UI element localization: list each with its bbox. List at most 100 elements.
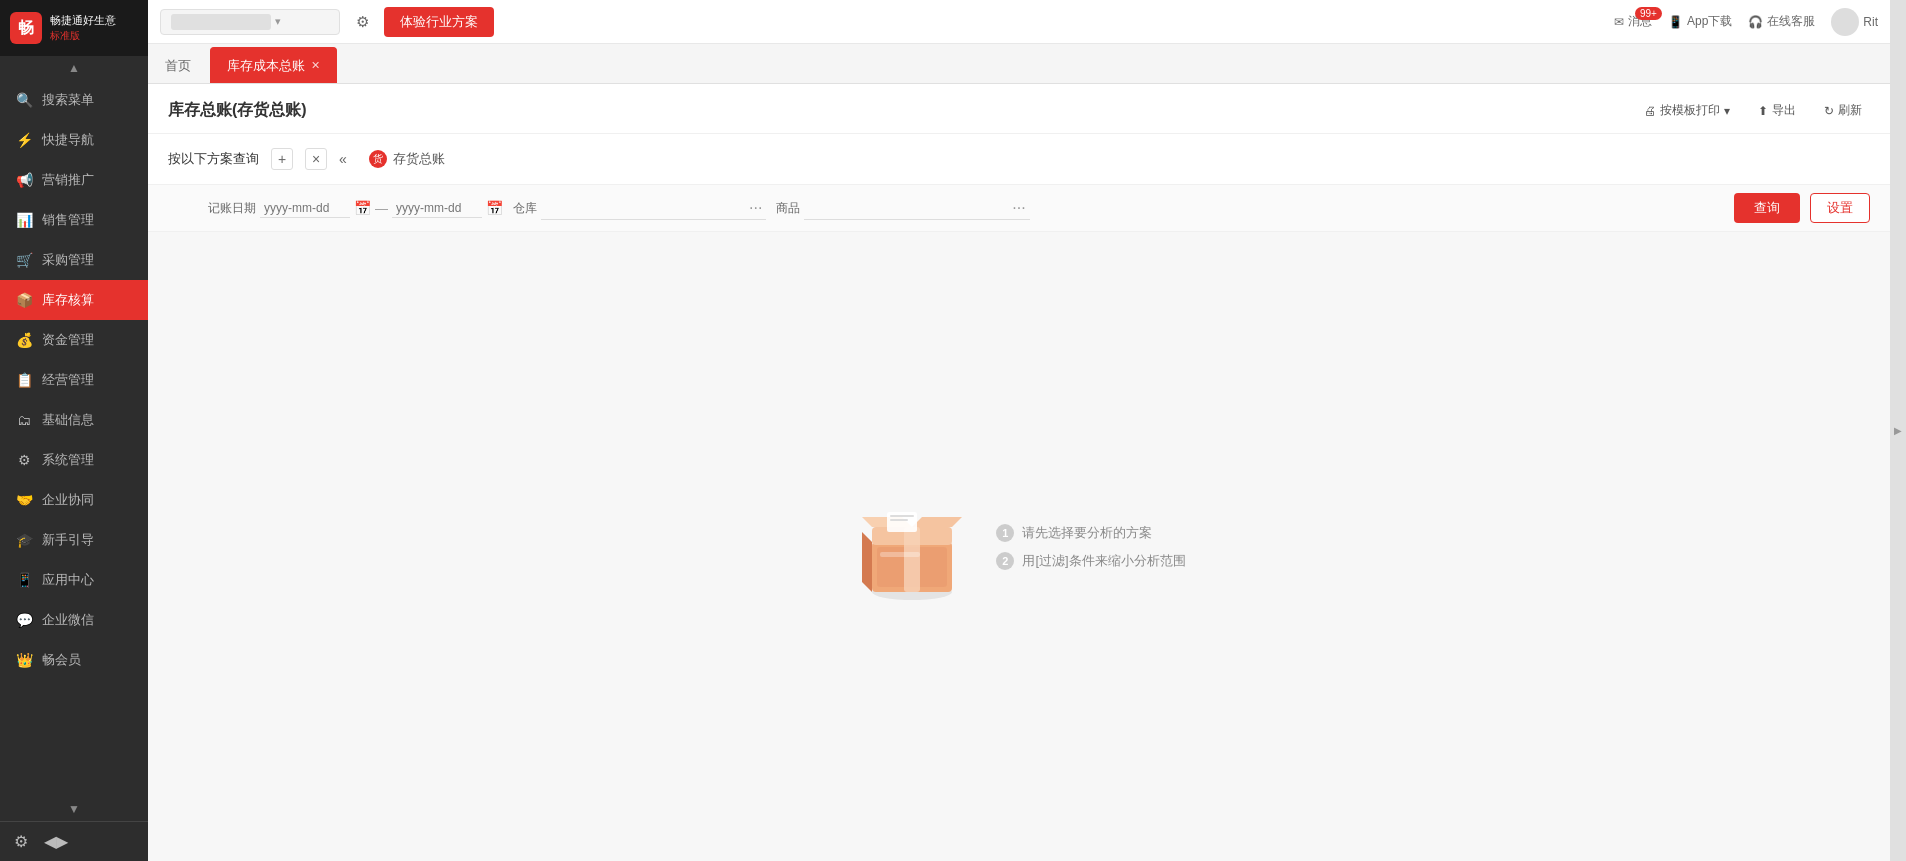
query-button[interactable]: 查询 bbox=[1734, 193, 1800, 223]
sidebar-item-label: 销售管理 bbox=[42, 211, 94, 229]
finance-icon: 💰 bbox=[14, 330, 34, 350]
svg-rect-10 bbox=[890, 515, 914, 517]
svg-rect-4 bbox=[904, 527, 920, 592]
app-download-button[interactable]: 📱 App下载 bbox=[1668, 13, 1732, 30]
tabs-bar: 首页 库存成本总账 ✕ bbox=[148, 44, 1890, 84]
calendar-start-icon[interactable]: 📅 bbox=[354, 200, 371, 216]
date-separator: — bbox=[375, 201, 388, 216]
topbar: ▾ ⚙ 体验行业方案 ✉ 消息 99+ 📱 App下载 🎧 在线客服 Rit bbox=[148, 0, 1890, 44]
home-tab-label: 首页 bbox=[165, 57, 191, 75]
goods-input[interactable] bbox=[808, 201, 1008, 215]
refresh-icon: ↻ bbox=[1824, 104, 1834, 118]
app-download-label: App下载 bbox=[1687, 13, 1732, 30]
sidebar-item-label: 快捷导航 bbox=[42, 131, 94, 149]
sidebar-item-label: 企业协同 bbox=[42, 491, 94, 509]
empty-hint-2: 2 用[过滤]条件来缩小分析范围 bbox=[996, 552, 1185, 570]
filter-row: 记账日期 📅 — 📅 仓库 ··· 商品 ··· bbox=[148, 185, 1890, 232]
sidebar-scroll-down[interactable]: ▼ bbox=[0, 797, 148, 821]
tab-inventory-cost[interactable]: 库存成本总账 ✕ bbox=[210, 47, 337, 83]
sidebar-item-purchase[interactable]: 🛒 采购管理 bbox=[0, 240, 148, 280]
settings-button[interactable]: 设置 bbox=[1810, 193, 1870, 223]
sidebar-item-app-center[interactable]: 📱 应用中心 bbox=[0, 560, 148, 600]
warehouse-more-icon[interactable]: ··· bbox=[749, 199, 762, 217]
filter-bar: 按以下方案查询 + × « 货 存货总账 bbox=[148, 134, 1890, 185]
sidebar-item-label: 采购管理 bbox=[42, 251, 94, 269]
sidebar-scroll-up[interactable]: ▲ bbox=[0, 56, 148, 80]
sidebar-footer: ⚙ ◀▶ bbox=[0, 821, 148, 861]
message-button[interactable]: ✉ 消息 99+ bbox=[1614, 13, 1652, 30]
breadcrumb[interactable]: ▾ bbox=[160, 9, 340, 35]
empty-illustration bbox=[852, 487, 972, 607]
collapse-icon[interactable]: ◀▶ bbox=[44, 832, 68, 851]
sidebar-item-operations[interactable]: 📋 经营管理 bbox=[0, 360, 148, 400]
sidebar-item-basic[interactable]: 🗂 基础信息 bbox=[0, 400, 148, 440]
print-label: 按模板打印 bbox=[1660, 102, 1720, 119]
sidebar-item-label: 系统管理 bbox=[42, 451, 94, 469]
filter-add-button[interactable]: + bbox=[271, 148, 293, 170]
filter-collapse-button[interactable]: « bbox=[339, 151, 347, 167]
calendar-end-icon[interactable]: 📅 bbox=[486, 200, 503, 216]
goods-input-wrap: ··· bbox=[804, 197, 1029, 220]
date-start-input[interactable] bbox=[260, 199, 350, 218]
goods-more-icon[interactable]: ··· bbox=[1012, 199, 1025, 217]
breadcrumb-text bbox=[171, 14, 271, 30]
date-end-input[interactable] bbox=[392, 199, 482, 218]
sidebar-item-search[interactable]: 🔍 搜索菜单 bbox=[0, 80, 148, 120]
empty-hints: 1 请先选择要分析的方案 2 用[过滤]条件来缩小分析范围 bbox=[996, 524, 1185, 570]
main-area: ▾ ⚙ 体验行业方案 ✉ 消息 99+ 📱 App下载 🎧 在线客服 Rit bbox=[148, 0, 1890, 861]
industry-solution-button[interactable]: 体验行业方案 bbox=[384, 7, 494, 37]
page-header-actions: 🖨 按模板打印 ▾ ⬆ 导出 ↻ 刷新 bbox=[1636, 98, 1870, 123]
operations-icon: 📋 bbox=[14, 370, 34, 390]
guide-icon: 🎓 bbox=[14, 530, 34, 550]
user-name: Rit bbox=[1863, 15, 1878, 29]
online-service-button[interactable]: 🎧 在线客服 bbox=[1748, 13, 1815, 30]
user-avatar[interactable]: Rit bbox=[1831, 8, 1878, 36]
refresh-label: 刷新 bbox=[1838, 102, 1862, 119]
empty-hint-1: 1 请先选择要分析的方案 bbox=[996, 524, 1185, 542]
filter-clear-button[interactable]: × bbox=[305, 148, 327, 170]
sidebar-item-inventory[interactable]: 📦 库存核算 bbox=[0, 280, 148, 320]
sidebar-item-finance[interactable]: 💰 资金管理 bbox=[0, 320, 148, 360]
scheme-item-inventory[interactable]: 货 存货总账 bbox=[359, 144, 455, 174]
app-center-icon: 📱 bbox=[14, 570, 34, 590]
hint-number-1: 1 bbox=[996, 524, 1014, 542]
tab-home[interactable]: 首页 bbox=[148, 47, 208, 83]
topbar-right: ✉ 消息 99+ 📱 App下载 🎧 在线客服 Rit bbox=[1614, 8, 1878, 36]
sidebar-item-label: 应用中心 bbox=[42, 571, 94, 589]
settings-icon[interactable]: ⚙ bbox=[14, 832, 28, 851]
sidebar-item-label: 库存核算 bbox=[42, 291, 94, 309]
gear-button[interactable]: ⚙ bbox=[348, 8, 376, 36]
tab-close-icon[interactable]: ✕ bbox=[311, 59, 320, 72]
warehouse-input[interactable] bbox=[545, 201, 745, 215]
warehouse-label: 仓库 bbox=[513, 200, 537, 217]
sidebar-item-shortcut[interactable]: ⚡ 快捷导航 bbox=[0, 120, 148, 160]
sidebar-item-sales[interactable]: 📊 销售管理 bbox=[0, 200, 148, 240]
sidebar-item-system[interactable]: ⚙ 系统管理 bbox=[0, 440, 148, 480]
print-icon: 🖨 bbox=[1644, 104, 1656, 118]
print-template-button[interactable]: 🖨 按模板打印 ▾ bbox=[1636, 98, 1738, 123]
sidebar-item-label: 基础信息 bbox=[42, 411, 94, 429]
export-label: 导出 bbox=[1772, 102, 1796, 119]
refresh-button[interactable]: ↻ 刷新 bbox=[1816, 98, 1870, 123]
svg-rect-5 bbox=[880, 552, 920, 557]
scheme-icon: 货 bbox=[369, 150, 387, 168]
sidebar-item-label: 企业微信 bbox=[42, 611, 94, 629]
inventory-icon: 📦 bbox=[14, 290, 34, 310]
right-panel[interactable]: ▶ bbox=[1890, 0, 1906, 861]
svg-rect-11 bbox=[890, 519, 908, 521]
logo-icon: 畅 bbox=[10, 12, 42, 44]
sidebar-item-label: 搜索菜单 bbox=[42, 91, 94, 109]
sidebar-item-cooperation[interactable]: 🤝 企业协同 bbox=[0, 480, 148, 520]
sidebar-item-vip[interactable]: 👑 畅会员 bbox=[0, 640, 148, 680]
sidebar-item-wechat[interactable]: 💬 企业微信 bbox=[0, 600, 148, 640]
sales-icon: 📊 bbox=[14, 210, 34, 230]
sidebar-item-guide[interactable]: 🎓 新手引导 bbox=[0, 520, 148, 560]
goods-label: 商品 bbox=[776, 200, 800, 217]
wechat-icon: 💬 bbox=[14, 610, 34, 630]
hint-number-2: 2 bbox=[996, 552, 1014, 570]
sidebar-item-marketing[interactable]: 📢 营销推广 bbox=[0, 160, 148, 200]
online-service-label: 在线客服 bbox=[1767, 13, 1815, 30]
cooperation-icon: 🤝 bbox=[14, 490, 34, 510]
date-filter-group: 记账日期 📅 — 📅 bbox=[208, 199, 503, 218]
export-button[interactable]: ⬆ 导出 bbox=[1750, 98, 1804, 123]
